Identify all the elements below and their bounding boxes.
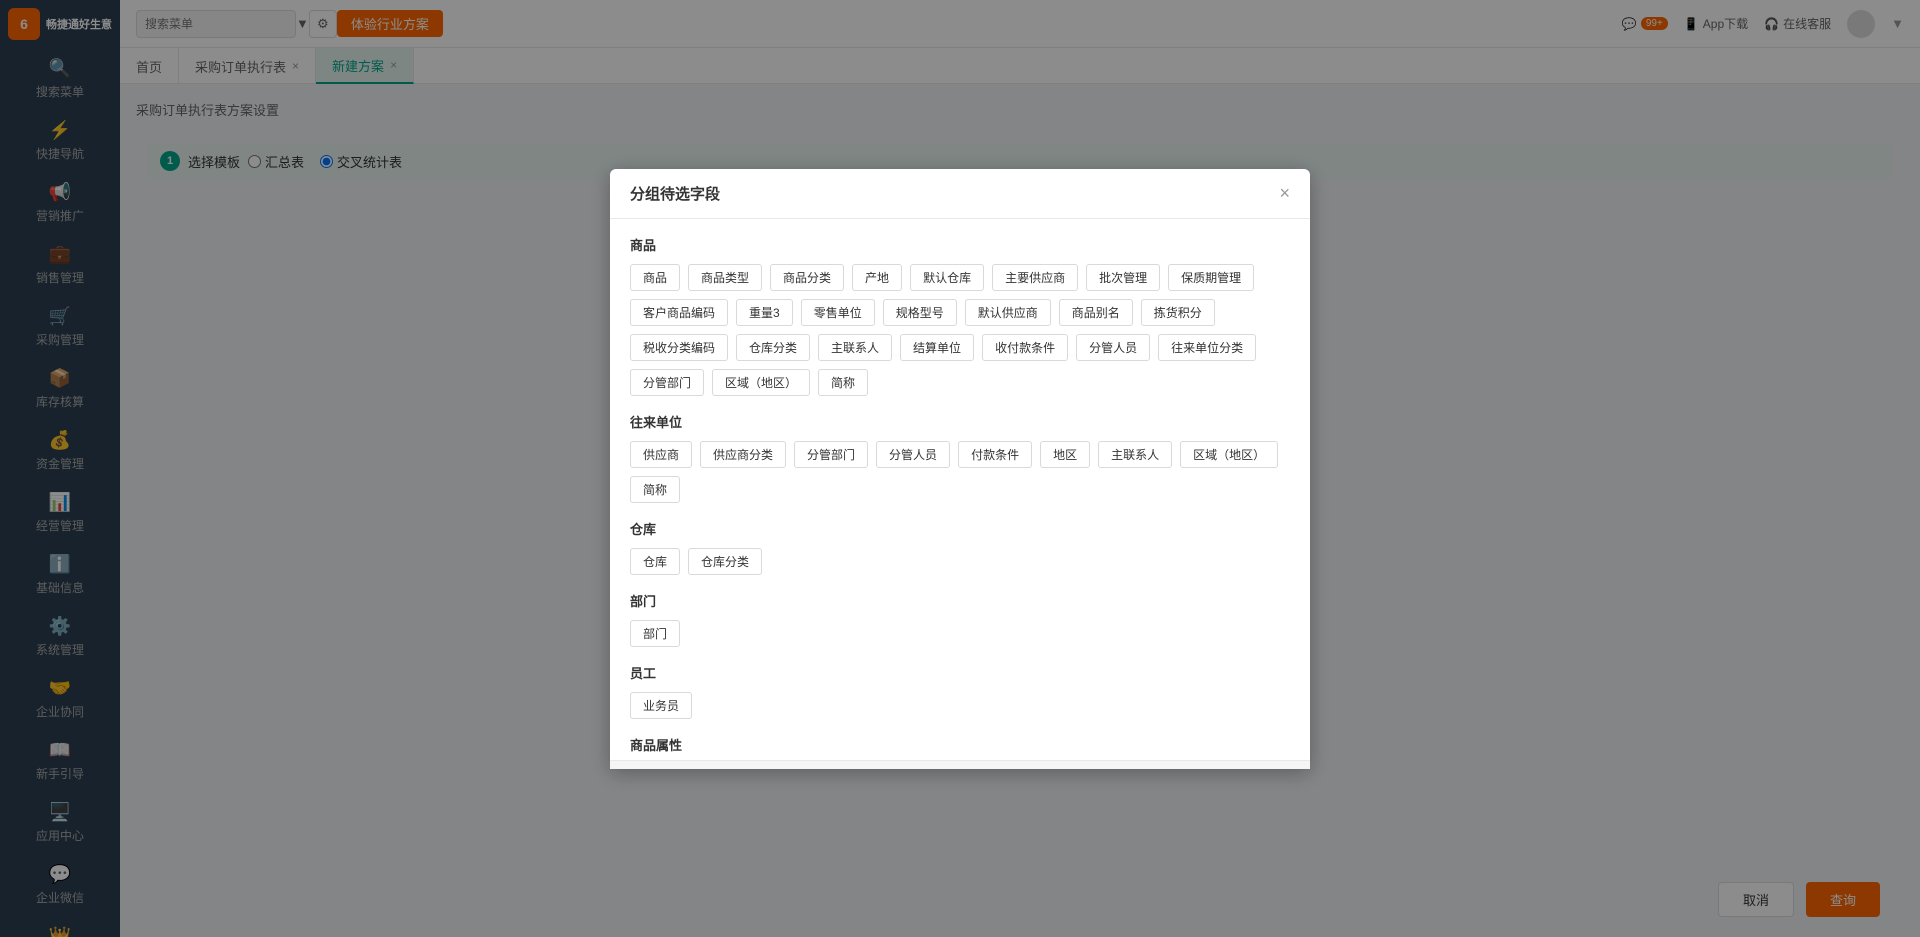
section-label-warehouse: 仓库 (630, 519, 1290, 538)
field-tags-warehouse: 仓库仓库分类 (630, 548, 1290, 575)
field-tag-goods-7[interactable]: 保质期管理 (1168, 264, 1254, 291)
modal-dialog: 分组待选字段 × 商品商品商品类型商品分类产地默认仓库主要供应商批次管理保质期管… (610, 169, 1310, 769)
modal-overlay: 分组待选字段 × 商品商品商品类型商品分类产地默认仓库主要供应商批次管理保质期管… (0, 0, 1920, 937)
field-tags-employee: 业务员 (630, 692, 1290, 719)
field-tag-goods-14[interactable]: 拣货积分 (1141, 299, 1215, 326)
field-tags-partner: 供应商供应商分类分管部门分管人员付款条件地区主联系人区域（地区） 简称 (630, 441, 1290, 503)
field-tag-partner-7[interactable]: 区域（地区） (1180, 441, 1278, 468)
field-tag-goods-8[interactable]: 客户商品编码 (630, 299, 728, 326)
field-tag-partner-8[interactable]: 简称 (630, 476, 680, 503)
modal-header: 分组待选字段 × (610, 169, 1310, 219)
field-tag-warehouse-0[interactable]: 仓库 (630, 548, 680, 575)
field-tag-goods-6[interactable]: 批次管理 (1086, 264, 1160, 291)
field-tag-goods-5[interactable]: 主要供应商 (992, 264, 1078, 291)
field-tag-partner-1[interactable]: 供应商分类 (700, 441, 786, 468)
section-goods: 商品商品商品类型商品分类产地默认仓库主要供应商批次管理保质期管理客户商品编码重量… (630, 235, 1290, 396)
field-tag-partner-6[interactable]: 主联系人 (1098, 441, 1172, 468)
field-tag-goods-15[interactable]: 税收分类编码 (630, 334, 728, 361)
field-tag-goods-0[interactable]: 商品 (630, 264, 680, 291)
field-tag-department-0[interactable]: 部门 (630, 620, 680, 647)
field-tag-partner-0[interactable]: 供应商 (630, 441, 692, 468)
field-tag-goods-9[interactable]: 重量3 (736, 299, 793, 326)
field-tag-goods-21[interactable]: 往来单位分类 (1158, 334, 1256, 361)
field-tag-goods-19[interactable]: 收付款条件 (982, 334, 1068, 361)
field-tag-goods-2[interactable]: 商品分类 (770, 264, 844, 291)
section-label-partner: 往来单位 (630, 412, 1290, 431)
field-tag-goods-1[interactable]: 商品类型 (688, 264, 762, 291)
modal-body: 商品商品商品类型商品分类产地默认仓库主要供应商批次管理保质期管理客户商品编码重量… (610, 219, 1310, 760)
section-employee: 员工业务员 (630, 663, 1290, 719)
field-tag-goods-24[interactable]: 简称 (818, 369, 868, 396)
section-partner: 往来单位供应商供应商分类分管部门分管人员付款条件地区主联系人区域（地区） 简称 (630, 412, 1290, 503)
section-label-employee: 员工 (630, 663, 1290, 682)
field-tag-goods-13[interactable]: 商品别名 (1059, 299, 1133, 326)
field-tag-goods-23[interactable]: 区域（地区） (712, 369, 810, 396)
field-tag-goods-20[interactable]: 分管人员 (1076, 334, 1150, 361)
modal-horizontal-scrollbar[interactable] (610, 760, 1310, 769)
field-tag-goods-11[interactable]: 规格型号 (883, 299, 957, 326)
field-tag-partner-5[interactable]: 地区 (1040, 441, 1090, 468)
field-tag-goods-22[interactable]: 分管部门 (630, 369, 704, 396)
section-department: 部门部门 (630, 591, 1290, 647)
modal-close-button[interactable]: × (1279, 183, 1290, 204)
field-tag-goods-16[interactable]: 仓库分类 (736, 334, 810, 361)
section-label-department: 部门 (630, 591, 1290, 610)
modal-title: 分组待选字段 (630, 183, 720, 204)
section-label-goods: 商品 (630, 235, 1290, 254)
section-goods_attr: 商品属性属性颜色多规格尺码鞋码1 (630, 735, 1290, 760)
field-tag-goods-12[interactable]: 默认供应商 (965, 299, 1051, 326)
field-tag-goods-4[interactable]: 默认仓库 (910, 264, 984, 291)
field-tags-department: 部门 (630, 620, 1290, 647)
field-tag-goods-10[interactable]: 零售单位 (801, 299, 875, 326)
field-tag-warehouse-1[interactable]: 仓库分类 (688, 548, 762, 575)
section-warehouse: 仓库仓库仓库分类 (630, 519, 1290, 575)
section-label-goods_attr: 商品属性 (630, 735, 1290, 754)
field-tag-employee-0[interactable]: 业务员 (630, 692, 692, 719)
field-tags-goods: 商品商品类型商品分类产地默认仓库主要供应商批次管理保质期管理客户商品编码重量3 零… (630, 264, 1290, 396)
field-tag-partner-2[interactable]: 分管部门 (794, 441, 868, 468)
field-tag-partner-4[interactable]: 付款条件 (958, 441, 1032, 468)
field-tag-goods-3[interactable]: 产地 (852, 264, 902, 291)
field-tag-partner-3[interactable]: 分管人员 (876, 441, 950, 468)
field-tag-goods-17[interactable]: 主联系人 (818, 334, 892, 361)
field-tag-goods-18[interactable]: 结算单位 (900, 334, 974, 361)
